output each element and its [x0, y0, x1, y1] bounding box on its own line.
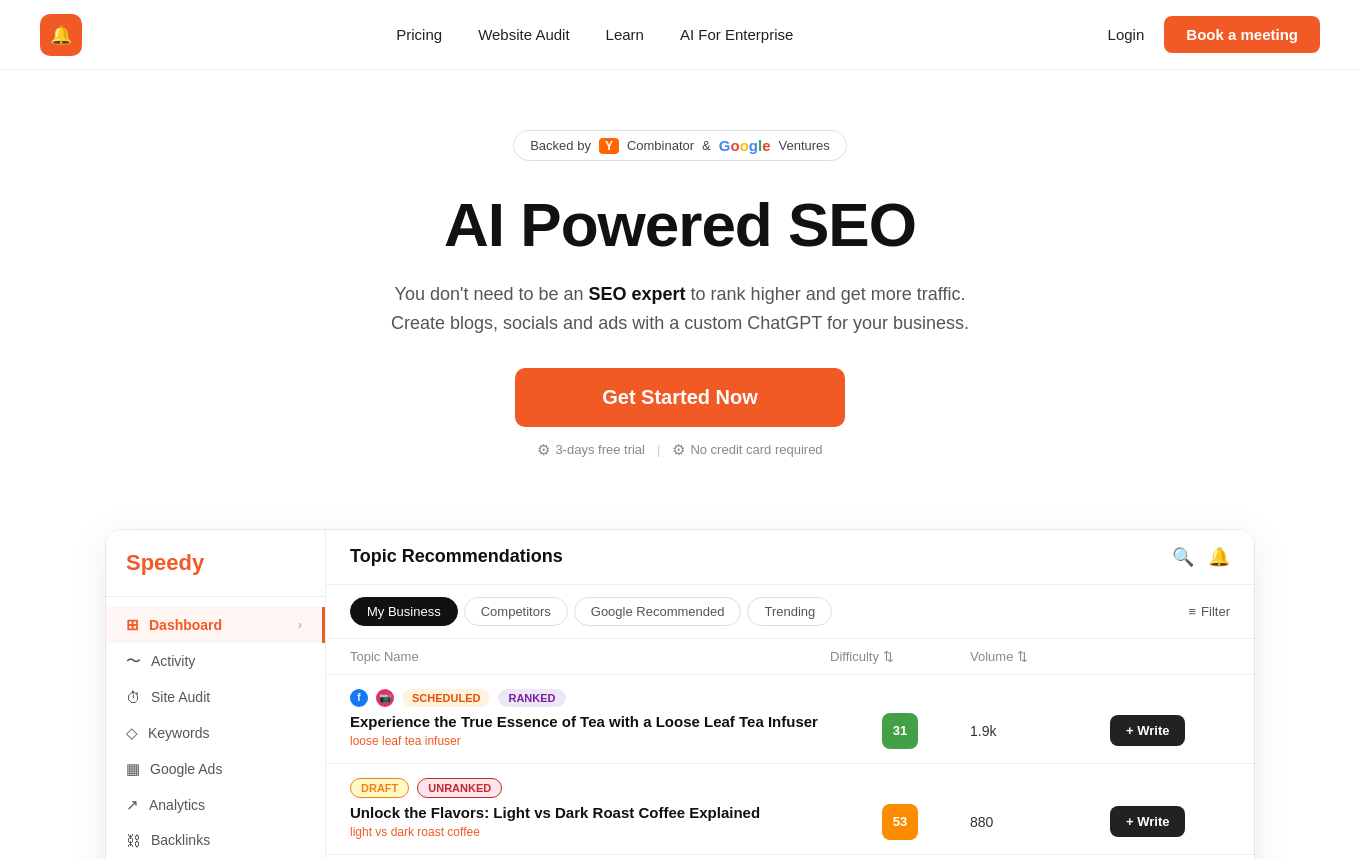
filter-button[interactable]: ≡ Filter [1189, 604, 1230, 619]
backlinks-icon: ⛓ [126, 832, 141, 849]
sidebar-item-backlinks[interactable]: ⛓ Backlinks [106, 823, 325, 858]
sidebar-item-dashboard[interactable]: ⊞ Dashboard › [106, 607, 325, 643]
tab-competitors[interactable]: Competitors [464, 597, 568, 626]
col-action [1110, 649, 1230, 664]
nav-right: Login Book a meeting [1108, 16, 1320, 53]
badge-draft: DRAFT [350, 778, 409, 798]
table-header: Topic Name Difficulty ⇅ Volume ⇅ [326, 639, 1254, 675]
google-icon: Google [719, 137, 771, 154]
site-audit-icon: ⏱ [126, 689, 141, 706]
topic-tabs: My Business Competitors Google Recommend… [326, 585, 1254, 639]
trial-text: ⚙ 3-days free trial [537, 441, 645, 459]
difficulty-badge: 53 [882, 804, 918, 840]
tab-trending[interactable]: Trending [747, 597, 832, 626]
sidebar-label-site-audit: Site Audit [151, 689, 210, 705]
dashboard-icon: ⊞ [126, 616, 139, 634]
nav-ai-enterprise[interactable]: AI For Enterprise [680, 26, 793, 43]
no-card-text: ⚙ No credit card required [672, 441, 822, 459]
table-row: f 📷 SCHEDULED UNRANKED [326, 855, 1254, 859]
notification-icon[interactable]: 🔔 [1208, 546, 1230, 568]
topic-keyword: loose leaf tea infuser [350, 734, 830, 748]
hero-sub: ⚙ 3-days free trial | ⚙ No credit card r… [40, 441, 1320, 459]
sidebar-divider [106, 596, 325, 597]
keywords-icon: ◇ [126, 724, 138, 742]
nav-learn[interactable]: Learn [606, 26, 644, 43]
volume-value: 880 [970, 814, 1110, 830]
volume-value: 1.9k [970, 723, 1110, 739]
login-button[interactable]: Login [1108, 26, 1145, 43]
get-started-button[interactable]: Get Started Now [515, 368, 845, 427]
ampersand: & [702, 138, 711, 153]
instagram-icon: 📷 [376, 689, 394, 707]
tab-my-business[interactable]: My Business [350, 597, 458, 626]
topic-name: Unlock the Flavors: Light vs Dark Roast … [350, 804, 830, 821]
facebook-icon: f [350, 689, 368, 707]
sidebar-item-activity[interactable]: 〜 Activity [106, 643, 325, 680]
filter-label: Filter [1201, 604, 1230, 619]
activity-icon: 〜 [126, 652, 141, 671]
topic-name: Experience the True Essence of Tea with … [350, 713, 830, 730]
difficulty-badge: 31 [882, 713, 918, 749]
table-row: DRAFT UNRANKED Unlock the Flavors: Light… [326, 764, 1254, 855]
search-icon[interactable]: 🔍 [1172, 546, 1194, 568]
analytics-icon: ↗ [126, 796, 139, 814]
topic-table: Topic Name Difficulty ⇅ Volume ⇅ f 📷 SCH… [326, 639, 1254, 859]
main-content: Topic Recommendations 🔍 🔔 My Business Co… [326, 530, 1254, 859]
sidebar-item-site-audit[interactable]: ⏱ Site Audit [106, 680, 325, 715]
google-ventures-name: Ventures [778, 138, 829, 153]
hero-description: You don't need to be an SEO expert to ra… [40, 280, 1320, 338]
sidebar-item-analytics[interactable]: ↗ Analytics [106, 787, 325, 823]
col-volume[interactable]: Volume ⇅ [970, 649, 1110, 664]
filter-icon: ≡ [1189, 604, 1197, 619]
col-topic: Topic Name [350, 649, 830, 664]
nav-links: Pricing Website Audit Learn AI For Enter… [396, 26, 793, 43]
table-row: f 📷 SCHEDULED RANKED Experience the True… [326, 675, 1254, 764]
tab-group: My Business Competitors Google Recommend… [350, 597, 832, 626]
logo-icon: 🔔 [50, 24, 72, 46]
hero-section: Backed by Y Combinator & Google Ventures… [0, 70, 1360, 499]
sidebar-logo: Speedy [106, 550, 325, 596]
sidebar-label-backlinks: Backlinks [151, 832, 210, 848]
sidebar-label-keywords: Keywords [148, 725, 209, 741]
nav-website-audit[interactable]: Website Audit [478, 26, 569, 43]
main-header-icons: 🔍 🔔 [1172, 546, 1230, 568]
row2-main: Unlock the Flavors: Light vs Dark Roast … [350, 804, 1230, 840]
sidebar-label-google-ads: Google Ads [150, 761, 222, 777]
yc-badge: Y [599, 138, 619, 154]
app-preview: Speedy ⊞ Dashboard › 〜 Activity ⏱ Site A… [105, 529, 1255, 859]
sidebar-item-keywords[interactable]: ◇ Keywords [106, 715, 325, 751]
badge-unranked: UNRANKED [417, 778, 502, 798]
badge-scheduled: SCHEDULED [402, 689, 490, 707]
row1-main: Experience the True Essence of Tea with … [350, 713, 1230, 749]
sidebar-label-activity: Activity [151, 653, 195, 669]
book-meeting-button[interactable]: Book a meeting [1164, 16, 1320, 53]
write-button[interactable]: + Write [1110, 715, 1185, 746]
badge-ranked: RANKED [498, 689, 565, 707]
sidebar-label-analytics: Analytics [149, 797, 205, 813]
navbar: 🔔 Pricing Website Audit Learn AI For Ent… [0, 0, 1360, 70]
main-header: Topic Recommendations 🔍 🔔 [326, 530, 1254, 585]
backed-by-badge: Backed by Y Combinator & Google Ventures [513, 130, 847, 161]
nav-logo[interactable]: 🔔 [40, 14, 82, 56]
topic-keyword: light vs dark roast coffee [350, 825, 830, 839]
row2-badges: DRAFT UNRANKED [350, 778, 1230, 798]
main-title: Topic Recommendations [350, 546, 563, 567]
sidebar-logo-text: Speedy [126, 550, 204, 575]
sidebar-item-google-ads[interactable]: ▦ Google Ads [106, 751, 325, 787]
hero-headline: AI Powered SEO [40, 189, 1320, 260]
badge-text-prefix: Backed by [530, 138, 591, 153]
yc-name: Combinator [627, 138, 694, 153]
write-button[interactable]: + Write [1110, 806, 1185, 837]
sidebar: Speedy ⊞ Dashboard › 〜 Activity ⏱ Site A… [106, 530, 326, 859]
col-difficulty[interactable]: Difficulty ⇅ [830, 649, 970, 664]
row1-badges: f 📷 SCHEDULED RANKED [350, 689, 1230, 707]
google-ads-icon: ▦ [126, 760, 140, 778]
tab-google-recommended[interactable]: Google Recommended [574, 597, 742, 626]
sidebar-label-dashboard: Dashboard [149, 617, 222, 633]
nav-pricing[interactable]: Pricing [396, 26, 442, 43]
